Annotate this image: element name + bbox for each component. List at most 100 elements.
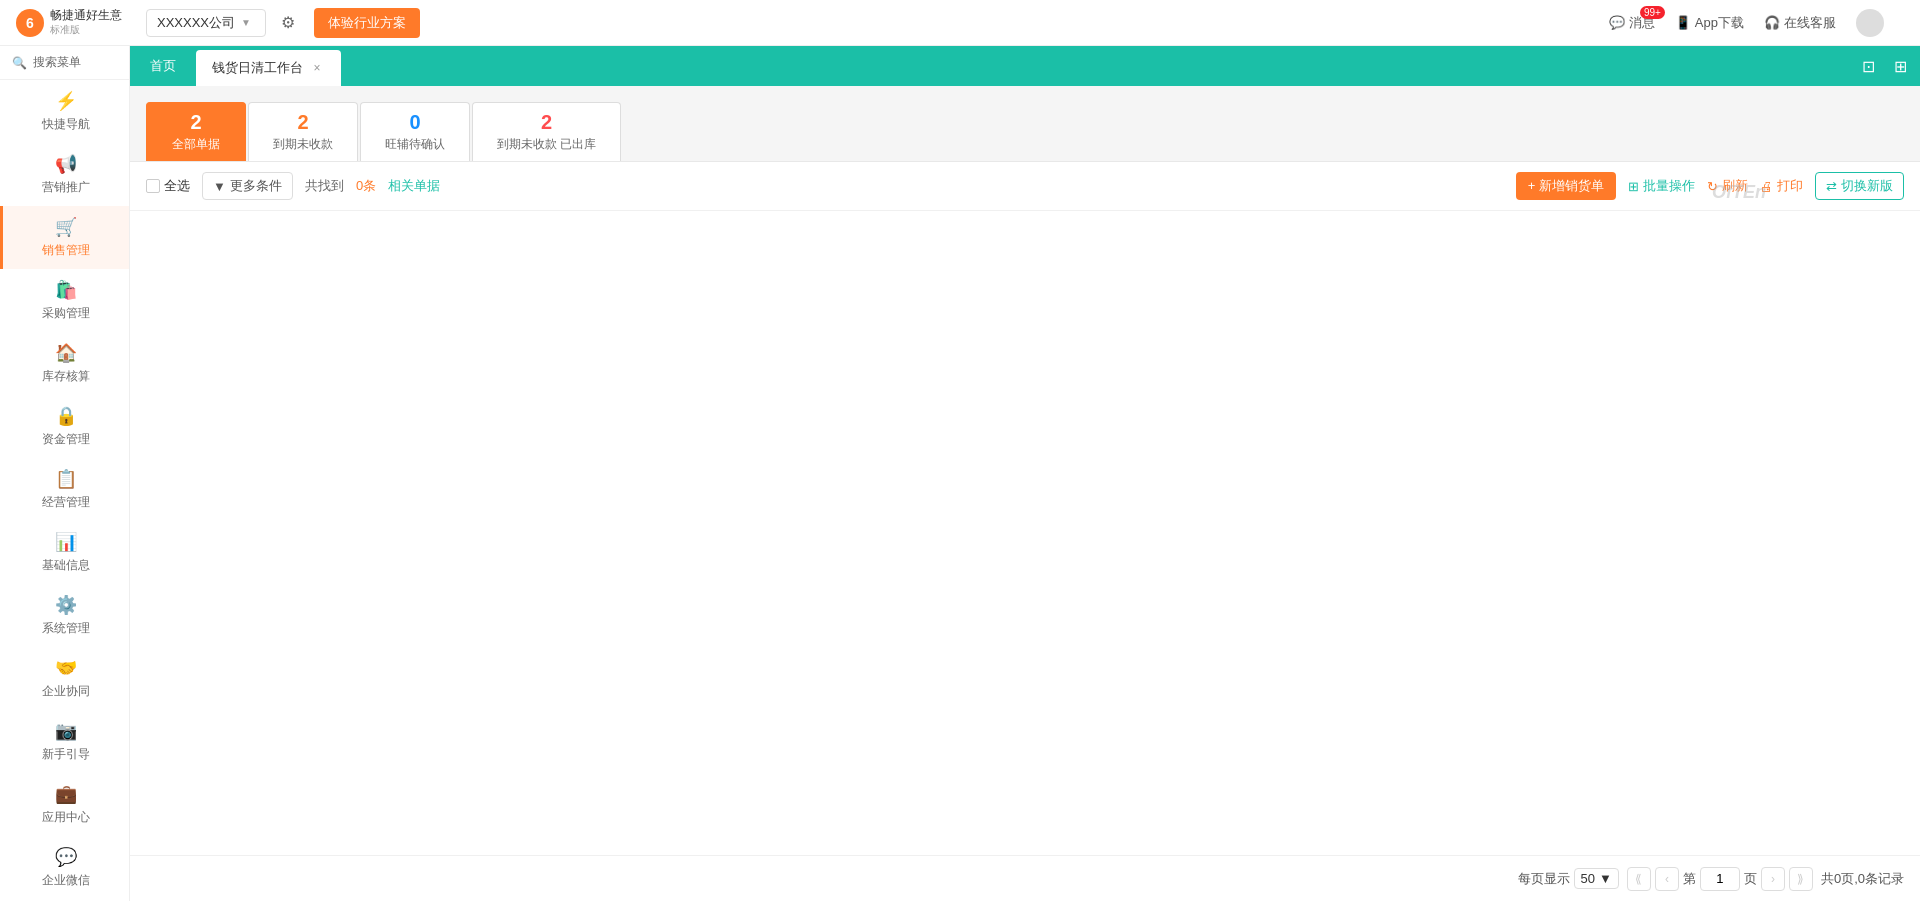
batch-icon: ⊞ [1628,179,1639,194]
message-badge: 99+ [1640,6,1665,19]
content-area: 首页 钱货日清工作台 × ⊡ ⊞ 2 全部单据 2 到期未收款 [130,46,1920,901]
total-label: 共0页,0条记录 [1821,870,1904,888]
switch-version-button[interactable]: ⇄ 切换新版 [1815,172,1904,200]
avatar[interactable] [1856,9,1884,37]
guide-icon: 📷 [55,720,77,742]
sidebar-label-purchase: 采购管理 [42,305,90,322]
sidebar-item-enterprise[interactable]: 🤝 企业协同 [0,647,129,710]
page-input[interactable] [1700,867,1740,891]
table-area [130,211,1920,855]
top-bar-right: 💬 消息 99+ 📱 App下载 🎧 在线客服 [1609,9,1904,37]
per-page-select[interactable]: 50 ▼ [1574,868,1619,889]
filter-button[interactable]: ▼ 更多条件 [202,172,293,200]
next-page-button[interactable]: › [1761,867,1785,891]
sidebar-item-quick-nav[interactable]: ⚡ 快捷导航 [0,80,129,143]
pending-count: 0 [409,111,420,134]
tab-active-label: 钱货日清工作台 [212,59,303,77]
checkbox-icon[interactable] [146,179,160,193]
first-page-button[interactable]: ⟪ [1627,867,1651,891]
status-tabs: 2 全部单据 2 到期未收款 0 旺辅待确认 2 到期未收款 已出库 [130,86,1920,162]
sidebar-label-guide: 新手引导 [42,746,90,763]
add-sale-button[interactable]: + 新增销货单 [1516,172,1616,200]
tab-close-icon[interactable]: × [309,60,325,76]
sidebar-item-marketing[interactable]: 📢 营销推广 [0,143,129,206]
sidebar-label-wechat: 企业微信 [42,872,90,889]
marketing-icon: 📢 [55,153,77,175]
search-icon: 🔍 [12,56,27,70]
batch-ops-button[interactable]: ⊞ 批量操作 [1628,177,1695,195]
status-tab-overdue[interactable]: 2 到期未收款 [248,102,358,161]
sidebar-item-guide[interactable]: 📷 新手引导 [0,710,129,773]
last-page-button[interactable]: ⟫ [1789,867,1813,891]
found-prefix: 共找到 [305,177,344,195]
settings-icon[interactable]: ⚙ [274,9,302,37]
found-suffix-link[interactable]: 相关单据 [388,177,440,195]
overdue-count: 2 [297,111,308,134]
inventory-icon: 🏠 [55,342,77,364]
logo-text: 畅捷通好生意 [50,8,122,24]
overdue-shipped-label: 到期未收款 已出库 [497,136,596,153]
sidebar-item-inventory[interactable]: 🏠 库存核算 [0,332,129,395]
app-center-icon: 💼 [55,783,77,805]
batch-label: 批量操作 [1643,177,1695,195]
wechat-icon: 💬 [55,846,77,868]
tab-bar: 首页 钱货日清工作台 × ⊡ ⊞ [130,46,1920,86]
overdue-shipped-count: 2 [541,111,552,134]
tab-minimize-icon[interactable]: ⊡ [1856,54,1880,78]
enterprise-icon: 🤝 [55,657,77,679]
print-label: 打印 [1777,177,1803,195]
tab-maximize-icon[interactable]: ⊞ [1888,54,1912,78]
online-service-item[interactable]: 🎧 在线客服 [1764,14,1836,32]
sidebar-item-sales[interactable]: 🛒 销售管理 [0,206,129,269]
sales-icon: 🛒 [55,216,77,238]
page-content: 2 全部单据 2 到期未收款 0 旺辅待确认 2 到期未收款 已出库 [130,86,1920,901]
tab-home[interactable]: 首页 [130,46,196,86]
all-label: 全部单据 [172,136,220,153]
message-item[interactable]: 💬 消息 99+ [1609,14,1655,32]
company-selector[interactable]: XXXXXX公司 ▼ [146,9,266,37]
status-tab-pending[interactable]: 0 旺辅待确认 [360,102,470,161]
refresh-button[interactable]: ↻ 刷新 [1707,177,1748,195]
logo-icon: 6 [16,9,44,37]
sidebar-item-wechat[interactable]: 💬 企业微信 [0,836,129,899]
sidebar-label-enterprise: 企业协同 [42,683,90,700]
sidebar-item-purchase[interactable]: 🛍️ 采购管理 [0,269,129,332]
quick-nav-icon: ⚡ [55,90,77,112]
online-service-label: 在线客服 [1784,14,1836,32]
per-page-label: 每页显示 [1518,870,1570,888]
sidebar-label-inventory: 库存核算 [42,368,90,385]
sidebar-item-basic-info[interactable]: 📊 基础信息 [0,521,129,584]
sidebar-search[interactable]: 🔍 搜索菜单 [0,46,129,80]
page-suffix: 页 [1744,870,1757,888]
select-all-label: 全选 [164,177,190,195]
basic-info-icon: 📊 [55,531,77,553]
per-page-arrow-icon: ▼ [1599,871,1612,886]
operations-icon: 📋 [55,468,77,490]
toolbar: 全选 ▼ 更多条件 共找到 0条 相关单据 + 新增销货单 ⊞ 批量操作 ↻ [130,162,1920,211]
logo-area: 6 畅捷通好生意 标准版 [16,8,146,38]
sidebar-item-operations[interactable]: 📋 经营管理 [0,458,129,521]
print-button[interactable]: 🖨 打印 [1760,177,1803,195]
company-name: XXXXXX公司 [157,14,235,32]
status-tab-overdue-shipped[interactable]: 2 到期未收款 已出库 [472,102,621,161]
sidebar-item-app-center[interactable]: 💼 应用中心 [0,773,129,836]
try-industry-button[interactable]: 体验行业方案 [314,8,420,38]
select-all-checkbox[interactable]: 全选 [146,177,190,195]
sidebar-item-system[interactable]: ⚙️ 系统管理 [0,584,129,647]
sidebar-item-capital[interactable]: 🔒 资金管理 [0,395,129,458]
page-size-select: 每页显示 50 ▼ [1518,868,1619,889]
status-tab-all[interactable]: 2 全部单据 [146,102,246,161]
app-download-item[interactable]: 📱 App下载 [1675,14,1744,32]
pagination-bar: 每页显示 50 ▼ ⟪ ‹ 第 页 › ⟫ 共0页,0条记录 [130,855,1920,901]
switch-icon: ⇄ [1826,179,1837,194]
tab-active[interactable]: 钱货日清工作台 × [196,50,341,86]
logo-sub: 标准版 [50,23,122,37]
sidebar-label-operations: 经营管理 [42,494,90,511]
filter-label: 更多条件 [230,177,282,195]
pending-label: 旺辅待确认 [385,136,445,153]
sidebar-label-quick-nav: 快捷导航 [42,116,90,133]
page-nav: ⟪ ‹ 第 页 › ⟫ [1627,867,1813,891]
sidebar-label-sales: 销售管理 [42,242,90,259]
sidebar-label-basic-info: 基础信息 [42,557,90,574]
prev-page-button[interactable]: ‹ [1655,867,1679,891]
